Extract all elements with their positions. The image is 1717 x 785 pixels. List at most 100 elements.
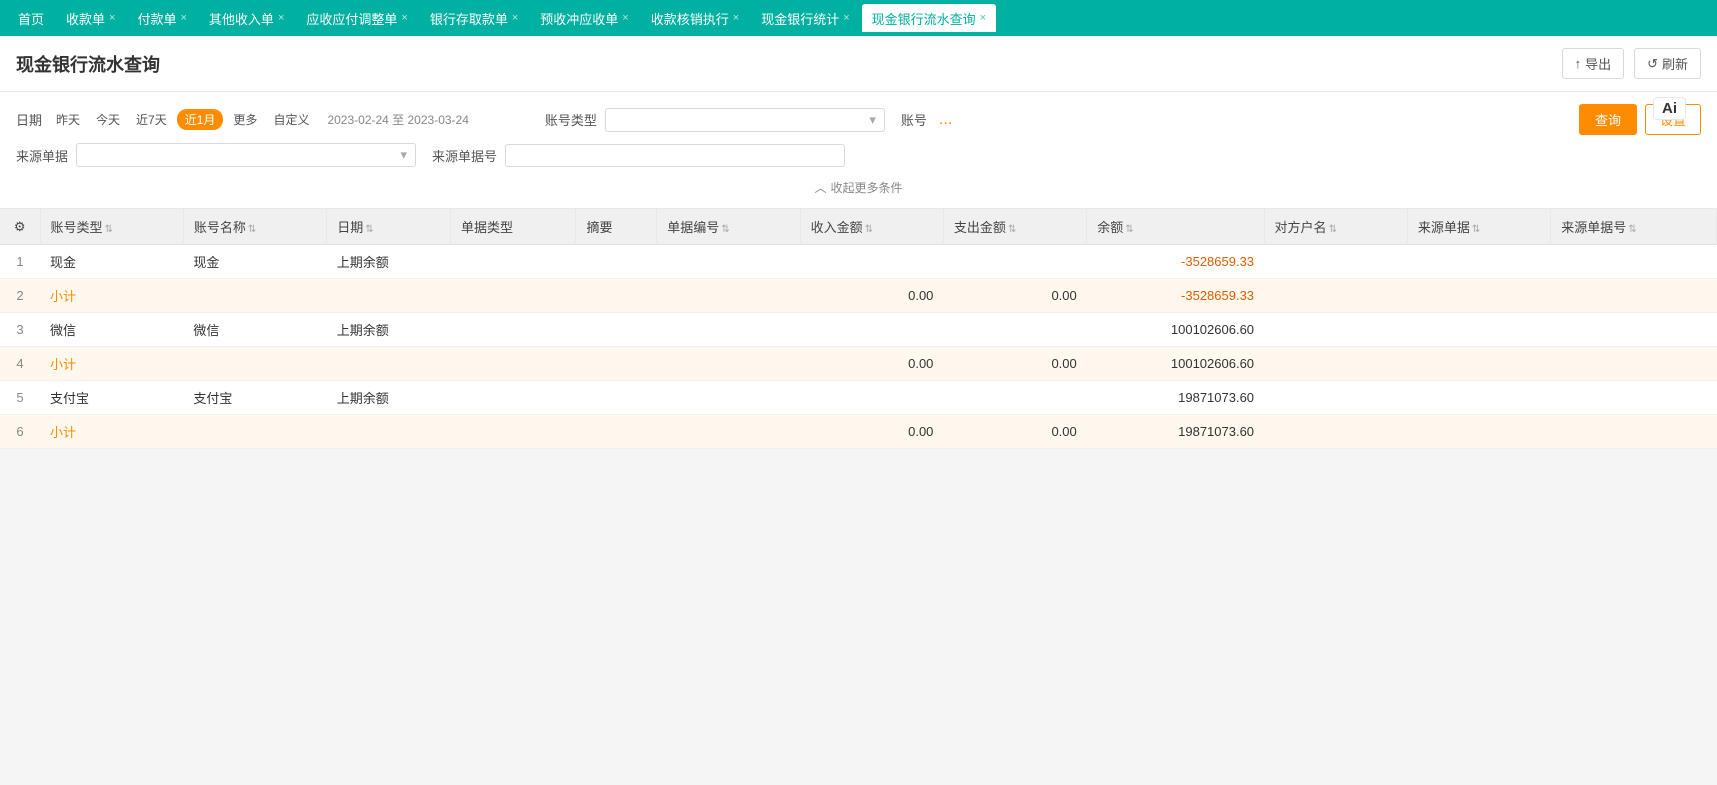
cell-account_type: 小计 [40,347,183,381]
cell-source_doc_no [1551,279,1717,313]
ai-badge[interactable]: Ai [1653,97,1686,120]
col-header-income[interactable]: 收入金额⇅ [800,209,943,245]
cell-doc_no [657,415,800,449]
source-doc-filter-group: 来源单据 ▾ [16,143,416,167]
cell-summary [576,313,657,347]
sort-icon: ⇅ [865,224,873,235]
table-wrapper: ⚙账号类型⇅账号名称⇅日期⇅单据类型摘要单据编号⇅收入金额⇅支出金额⇅余额⇅对方… [0,209,1717,449]
account-type-filter-group: 账号类型 ▾ [545,108,885,132]
cell-date [327,347,451,381]
cell-account_type: 小计 [40,279,183,313]
cell-doc_type [450,279,575,313]
date-range-text: 2023-02-24 至 2023-03-24 [327,111,468,128]
sort-icon: ⇅ [248,224,256,235]
source-doc-no-filter-group: 来源单据号 [432,144,845,167]
cell-account_name [183,415,326,449]
cell-balance: -3528659.33 [1087,279,1264,313]
nav-tab-收款核销执行[interactable]: 收款核销执行× [641,4,749,32]
cell-row_num: 5 [0,381,40,415]
account-dots-button[interactable]: ... [935,111,956,129]
source-doc-no-input[interactable] [505,144,845,167]
close-icon[interactable]: × [109,12,115,24]
nav-tab-预收冲应收单[interactable]: 预收冲应收单× [530,4,638,32]
close-icon[interactable]: × [512,12,518,24]
cell-income [800,245,943,279]
col-header-gear: ⚙ [0,209,40,245]
date-shortcut-昨天[interactable]: 昨天 [50,109,86,130]
cell-doc_type [450,415,575,449]
query-button[interactable]: 查询 [1579,104,1637,135]
cell-source_doc_no [1551,245,1717,279]
cell-row_num: 4 [0,347,40,381]
nav-tab-现金银行统计[interactable]: 现金银行统计× [751,4,859,32]
cell-row_num: 2 [0,279,40,313]
col-header-expense[interactable]: 支出金额⇅ [943,209,1086,245]
col-header-date[interactable]: 日期⇅ [327,209,451,245]
nav-tab-付款单[interactable]: 付款单× [127,4,196,32]
date-shortcut-今天[interactable]: 今天 [90,109,126,130]
gear-icon[interactable]: ⚙ [14,219,26,234]
page-title: 现金银行流水查询 [16,51,160,77]
cell-expense [943,313,1086,347]
col-header-summary: 摘要 [576,209,657,245]
date-shortcut-近1月[interactable]: 近1月 [177,109,224,130]
cell-balance: -3528659.33 [1087,245,1264,279]
nav-tab-其他收入单[interactable]: 其他收入单× [199,4,294,32]
date-shortcut-更多[interactable]: 更多 [227,109,263,130]
date-shortcut-近7天[interactable]: 近7天 [130,109,173,130]
cell-balance: 19871073.60 [1087,381,1264,415]
cell-source_doc_no [1551,347,1717,381]
cell-date [327,415,451,449]
sort-icon: ⇅ [721,224,729,235]
close-icon[interactable]: × [980,12,986,24]
cell-expense [943,245,1086,279]
nav-home[interactable]: 首页 [8,9,54,28]
nav-tab-应收应付调整单[interactable]: 应收应付调整单× [296,4,417,32]
cell-account_type: 现金 [40,245,183,279]
chevron-down-icon-2: ▾ [400,147,407,163]
date-shortcut-自定义[interactable]: 自定义 [267,109,315,130]
col-header-source_doc_no[interactable]: 来源单据号⇅ [1551,209,1717,245]
sort-icon: ⇅ [1008,224,1016,235]
cell-balance: 100102606.60 [1087,347,1264,381]
refresh-button[interactable]: ↺ 刷新 [1634,48,1701,79]
nav-tab-银行存取款单[interactable]: 银行存取款单× [420,4,528,32]
account-type-select[interactable]: ▾ [605,108,885,132]
cell-summary [576,381,657,415]
col-header-account_name[interactable]: 账号名称⇅ [183,209,326,245]
cell-source_doc_no [1551,381,1717,415]
source-doc-select[interactable]: ▾ [76,143,416,167]
collapse-button[interactable]: ︿ 收起更多条件 [16,175,1701,200]
cell-source_doc_no [1551,313,1717,347]
refresh-icon: ↺ [1647,56,1658,72]
cell-doc_no [657,347,800,381]
col-header-balance[interactable]: 余额⇅ [1087,209,1264,245]
date-filter-group: 日期 昨天今天近7天近1月更多自定义 2023-02-24 至 2023-03-… [16,109,469,130]
source-doc-label: 来源单据 [16,146,68,165]
close-icon[interactable]: × [733,12,739,24]
sort-icon: ⇅ [1472,224,1480,235]
cell-source_doc_no [1551,415,1717,449]
nav-tab-现金银行流水查询[interactable]: 现金银行流水查询× [862,4,996,32]
col-header-doc_no[interactable]: 单据编号⇅ [657,209,800,245]
col-header-source_doc[interactable]: 来源单据⇅ [1407,209,1550,245]
account-label: 账号 [901,110,927,129]
sort-icon: ⇅ [1628,224,1636,235]
close-icon[interactable]: × [622,12,628,24]
source-doc-no-label: 来源单据号 [432,146,497,165]
close-icon[interactable]: × [843,12,849,24]
cell-expense: 0.00 [943,415,1086,449]
export-button[interactable]: ↑ 导出 [1562,48,1625,79]
nav-tab-收款单[interactable]: 收款单× [56,4,125,32]
cell-doc_type [450,313,575,347]
close-icon[interactable]: × [180,12,186,24]
col-header-counterpart[interactable]: 对方户名⇅ [1264,209,1407,245]
cell-date: 上期余额 [327,381,451,415]
table-row: 3微信微信上期余额100102606.60 [0,313,1717,347]
cell-counterpart [1264,381,1407,415]
close-icon[interactable]: × [278,12,284,24]
close-icon[interactable]: × [401,12,407,24]
col-header-account_type[interactable]: 账号类型⇅ [40,209,183,245]
cell-account_name [183,279,326,313]
sort-icon: ⇅ [1329,224,1337,235]
